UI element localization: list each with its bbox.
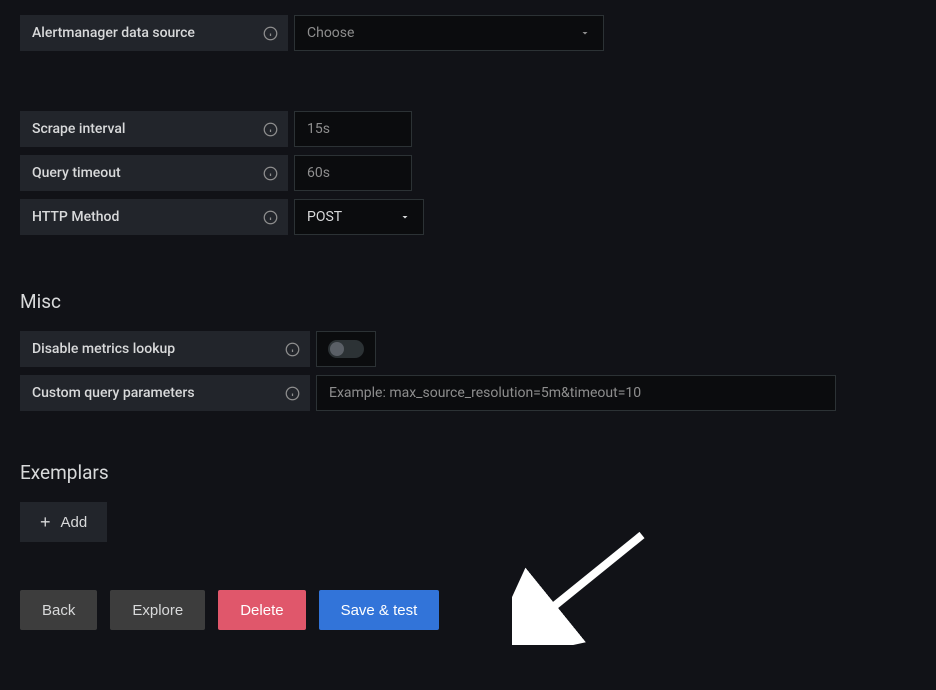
scrape-interval-label-box: Scrape interval — [20, 111, 288, 147]
query-timeout-label: Query timeout — [32, 165, 121, 181]
custom-query-input[interactable]: Example: max_source_resolution=5m&timeou… — [316, 375, 836, 411]
disable-metrics-toggle[interactable] — [328, 340, 364, 358]
info-icon[interactable] — [284, 341, 300, 357]
scrape-interval-label: Scrape interval — [32, 121, 125, 137]
explore-button[interactable]: Explore — [110, 590, 205, 630]
alertmanager-select[interactable]: Choose — [294, 15, 604, 51]
plus-icon: + — [40, 512, 51, 533]
query-timeout-input[interactable]: 60s — [294, 155, 412, 191]
query-timeout-label-box: Query timeout — [20, 155, 288, 191]
http-method-select[interactable]: POST — [294, 199, 424, 235]
scrape-interval-row: Scrape interval 15s — [20, 111, 916, 147]
back-button[interactable]: Back — [20, 590, 97, 630]
disable-metrics-toggle-container — [316, 331, 376, 367]
disable-metrics-label-box: Disable metrics lookup — [20, 331, 310, 367]
info-icon[interactable] — [262, 121, 278, 137]
custom-query-label-box: Custom query parameters — [20, 375, 310, 411]
action-button-row: Back Explore Delete Save & test — [20, 590, 916, 630]
custom-query-label: Custom query parameters — [32, 385, 195, 401]
alertmanager-label-box: Alertmanager data source — [20, 15, 288, 51]
info-icon[interactable] — [262, 165, 278, 181]
chevron-down-icon — [399, 211, 411, 223]
alertmanager-select-value: Choose — [307, 25, 354, 41]
save-test-button[interactable]: Save & test — [319, 590, 440, 630]
alertmanager-row: Alertmanager data source Choose — [20, 15, 916, 51]
scrape-interval-value: 15s — [307, 121, 330, 137]
misc-section-title: Misc — [20, 290, 916, 313]
add-exemplar-button[interactable]: + Add — [20, 502, 107, 542]
http-method-row: HTTP Method POST — [20, 199, 916, 235]
http-method-label: HTTP Method — [32, 209, 119, 225]
add-button-label: Add — [61, 514, 88, 531]
disable-metrics-row: Disable metrics lookup — [20, 331, 916, 367]
info-icon[interactable] — [262, 25, 278, 41]
exemplars-section-title: Exemplars — [20, 461, 916, 484]
delete-button[interactable]: Delete — [218, 590, 305, 630]
alertmanager-label: Alertmanager data source — [32, 25, 195, 41]
query-timeout-value: 60s — [307, 165, 330, 181]
toggle-knob — [330, 342, 344, 356]
query-timeout-row: Query timeout 60s — [20, 155, 916, 191]
info-icon[interactable] — [284, 385, 300, 401]
custom-query-row: Custom query parameters Example: max_sou… — [20, 375, 916, 411]
http-method-label-box: HTTP Method — [20, 199, 288, 235]
info-icon[interactable] — [262, 209, 278, 225]
custom-query-placeholder: Example: max_source_resolution=5m&timeou… — [329, 385, 641, 401]
disable-metrics-label: Disable metrics lookup — [32, 341, 175, 357]
scrape-interval-input[interactable]: 15s — [294, 111, 412, 147]
chevron-down-icon — [579, 27, 591, 39]
http-method-value: POST — [307, 209, 342, 225]
